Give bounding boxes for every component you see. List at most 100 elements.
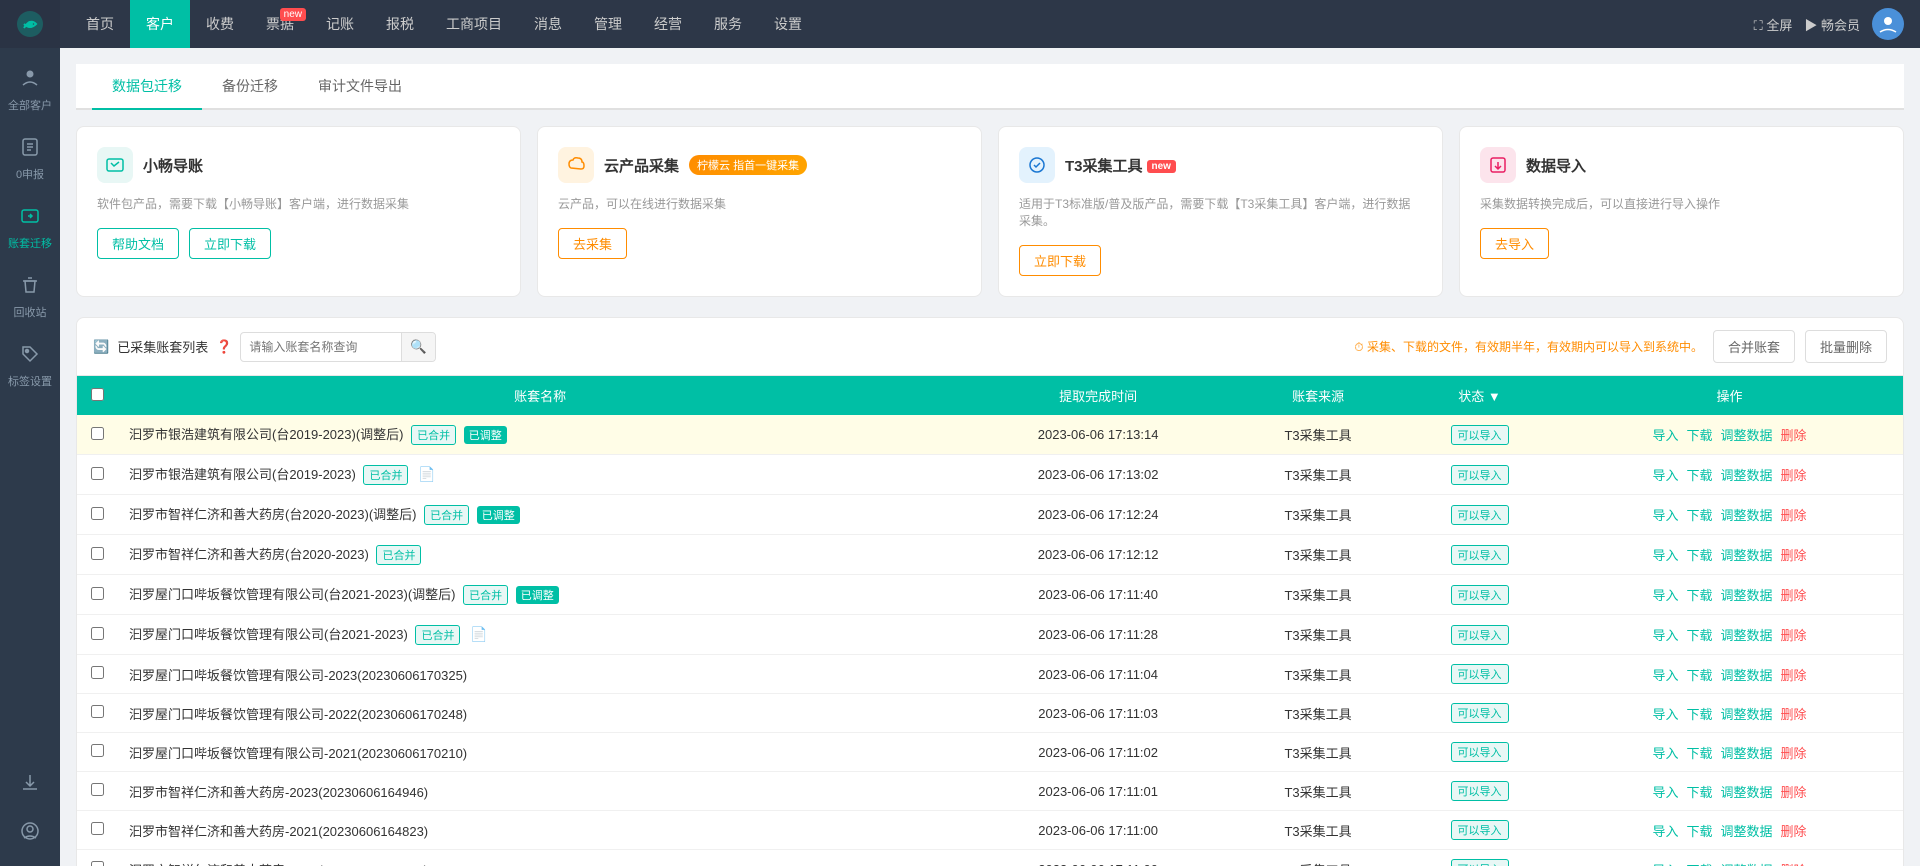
nav-item-settings[interactable]: 设置: [758, 0, 818, 48]
action-调整数据[interactable]: 调整数据: [1720, 785, 1772, 800]
row-checkbox-4[interactable]: [91, 547, 104, 560]
action-调整数据[interactable]: 调整数据: [1720, 668, 1772, 683]
action-下载[interactable]: 下载: [1686, 863, 1712, 866]
action-删除[interactable]: 删除: [1781, 668, 1807, 683]
action-删除[interactable]: 删除: [1781, 824, 1807, 839]
action-调整数据[interactable]: 调整数据: [1720, 508, 1772, 523]
action-调整数据[interactable]: 调整数据: [1720, 468, 1772, 483]
row-checkbox-3[interactable]: [91, 507, 104, 520]
merge-accounts-button[interactable]: 合并账套: [1713, 330, 1795, 363]
action-删除[interactable]: 删除: [1781, 707, 1807, 722]
action-删除[interactable]: 删除: [1781, 548, 1807, 563]
th-status[interactable]: 状态 ▼: [1403, 376, 1556, 415]
search-button[interactable]: 🔍: [401, 333, 435, 361]
nav-item-tax[interactable]: 报税: [370, 0, 430, 48]
action-下载[interactable]: 下载: [1686, 428, 1712, 443]
row-checkbox-2[interactable]: [91, 467, 104, 480]
action-删除[interactable]: 删除: [1781, 468, 1807, 483]
tab-audit-export[interactable]: 审计文件导出: [298, 64, 422, 110]
sidebar-item-tag-settings[interactable]: 标签设置: [0, 334, 60, 399]
action-导入[interactable]: 导入: [1652, 588, 1678, 603]
action-下载[interactable]: 下载: [1686, 588, 1712, 603]
action-调整数据[interactable]: 调整数据: [1720, 428, 1772, 443]
action-导入[interactable]: 导入: [1652, 863, 1678, 866]
action-删除[interactable]: 删除: [1781, 785, 1807, 800]
action-调整数据[interactable]: 调整数据: [1720, 746, 1772, 761]
row-checkbox-11[interactable]: [91, 822, 104, 835]
action-下载[interactable]: 下载: [1686, 707, 1712, 722]
action-删除[interactable]: 删除: [1781, 628, 1807, 643]
action-下载[interactable]: 下载: [1686, 468, 1712, 483]
row-checkbox-8[interactable]: [91, 705, 104, 718]
row-checkbox-6[interactable]: [91, 627, 104, 640]
tab-bar: 数据包迁移 备份迁移 审计文件导出: [76, 64, 1904, 110]
sidebar-item-migrate[interactable]: 账套迁移: [0, 196, 60, 261]
nav-item-business[interactable]: 工商项目: [430, 0, 518, 48]
action-下载[interactable]: 下载: [1686, 824, 1712, 839]
action-调整数据[interactable]: 调整数据: [1720, 628, 1772, 643]
nav-item-home[interactable]: 首页: [70, 0, 130, 48]
nav-item-customer[interactable]: 客户: [130, 0, 190, 48]
user-avatar[interactable]: [1872, 8, 1904, 40]
nav-item-service[interactable]: 服务: [698, 0, 758, 48]
row-checkbox-10[interactable]: [91, 783, 104, 796]
action-导入[interactable]: 导入: [1652, 707, 1678, 722]
help-icon[interactable]: ❓: [216, 339, 232, 355]
action-下载[interactable]: 下载: [1686, 548, 1712, 563]
action-调整数据[interactable]: 调整数据: [1720, 707, 1772, 722]
action-下载[interactable]: 下载: [1686, 628, 1712, 643]
select-all-checkbox[interactable]: [91, 388, 104, 401]
nav-item-bookkeeping[interactable]: 记账: [310, 0, 370, 48]
action-导入[interactable]: 导入: [1652, 468, 1678, 483]
nav-item-operation[interactable]: 经营: [638, 0, 698, 48]
action-调整数据[interactable]: 调整数据: [1720, 588, 1772, 603]
logo[interactable]: [0, 0, 60, 48]
row-checkbox-7[interactable]: [91, 666, 104, 679]
action-调整数据[interactable]: 调整数据: [1720, 548, 1772, 563]
action-删除[interactable]: 删除: [1781, 428, 1807, 443]
row-checkbox-9[interactable]: [91, 744, 104, 757]
go-collect-button[interactable]: 去采集: [558, 228, 627, 259]
action-删除[interactable]: 删除: [1781, 863, 1807, 866]
refresh-icon[interactable]: 🔄: [93, 339, 109, 355]
action-调整数据[interactable]: 调整数据: [1720, 824, 1772, 839]
action-删除[interactable]: 删除: [1781, 588, 1807, 603]
action-导入[interactable]: 导入: [1652, 668, 1678, 683]
row-checkbox-12[interactable]: [91, 861, 104, 866]
action-删除[interactable]: 删除: [1781, 746, 1807, 761]
batch-delete-button[interactable]: 批量删除: [1805, 330, 1887, 363]
sidebar-item-all-customers[interactable]: 全部客户: [0, 58, 60, 123]
sidebar-item-zero-declaration[interactable]: 0申报: [0, 127, 60, 192]
sidebar-item-user-settings[interactable]: [0, 811, 60, 856]
fullscreen-button[interactable]: ⛶ 全屏: [1754, 15, 1793, 34]
go-import-button[interactable]: 去导入: [1480, 228, 1549, 259]
action-调整数据[interactable]: 调整数据: [1720, 863, 1772, 866]
action-导入[interactable]: 导入: [1652, 824, 1678, 839]
row-checkbox-5[interactable]: [91, 587, 104, 600]
row-checkbox-1[interactable]: [91, 427, 104, 440]
action-导入[interactable]: 导入: [1652, 746, 1678, 761]
nav-item-fee[interactable]: 收费: [190, 0, 250, 48]
sidebar-item-recycle[interactable]: 回收站: [0, 265, 60, 330]
tab-backup-migrate[interactable]: 备份迁移: [202, 64, 298, 110]
help-doc-button[interactable]: 帮助文档: [97, 228, 179, 259]
action-下载[interactable]: 下载: [1686, 668, 1712, 683]
member-button[interactable]: ▶ 畅会员: [1804, 15, 1860, 34]
action-导入[interactable]: 导入: [1652, 508, 1678, 523]
nav-item-invoice[interactable]: 票据new: [250, 0, 310, 48]
nav-item-management[interactable]: 管理: [578, 0, 638, 48]
search-input[interactable]: [241, 340, 401, 354]
t3-download-button[interactable]: 立即下载: [1019, 245, 1101, 276]
nav-item-message[interactable]: 消息: [518, 0, 578, 48]
action-删除[interactable]: 删除: [1781, 508, 1807, 523]
download-now-button[interactable]: 立即下载: [189, 228, 271, 259]
action-导入[interactable]: 导入: [1652, 428, 1678, 443]
action-导入[interactable]: 导入: [1652, 628, 1678, 643]
action-导入[interactable]: 导入: [1652, 785, 1678, 800]
tab-data-migrate[interactable]: 数据包迁移: [92, 64, 202, 110]
sidebar-item-download[interactable]: [0, 762, 60, 807]
action-下载[interactable]: 下载: [1686, 746, 1712, 761]
action-下载[interactable]: 下载: [1686, 508, 1712, 523]
action-下载[interactable]: 下载: [1686, 785, 1712, 800]
action-导入[interactable]: 导入: [1652, 548, 1678, 563]
